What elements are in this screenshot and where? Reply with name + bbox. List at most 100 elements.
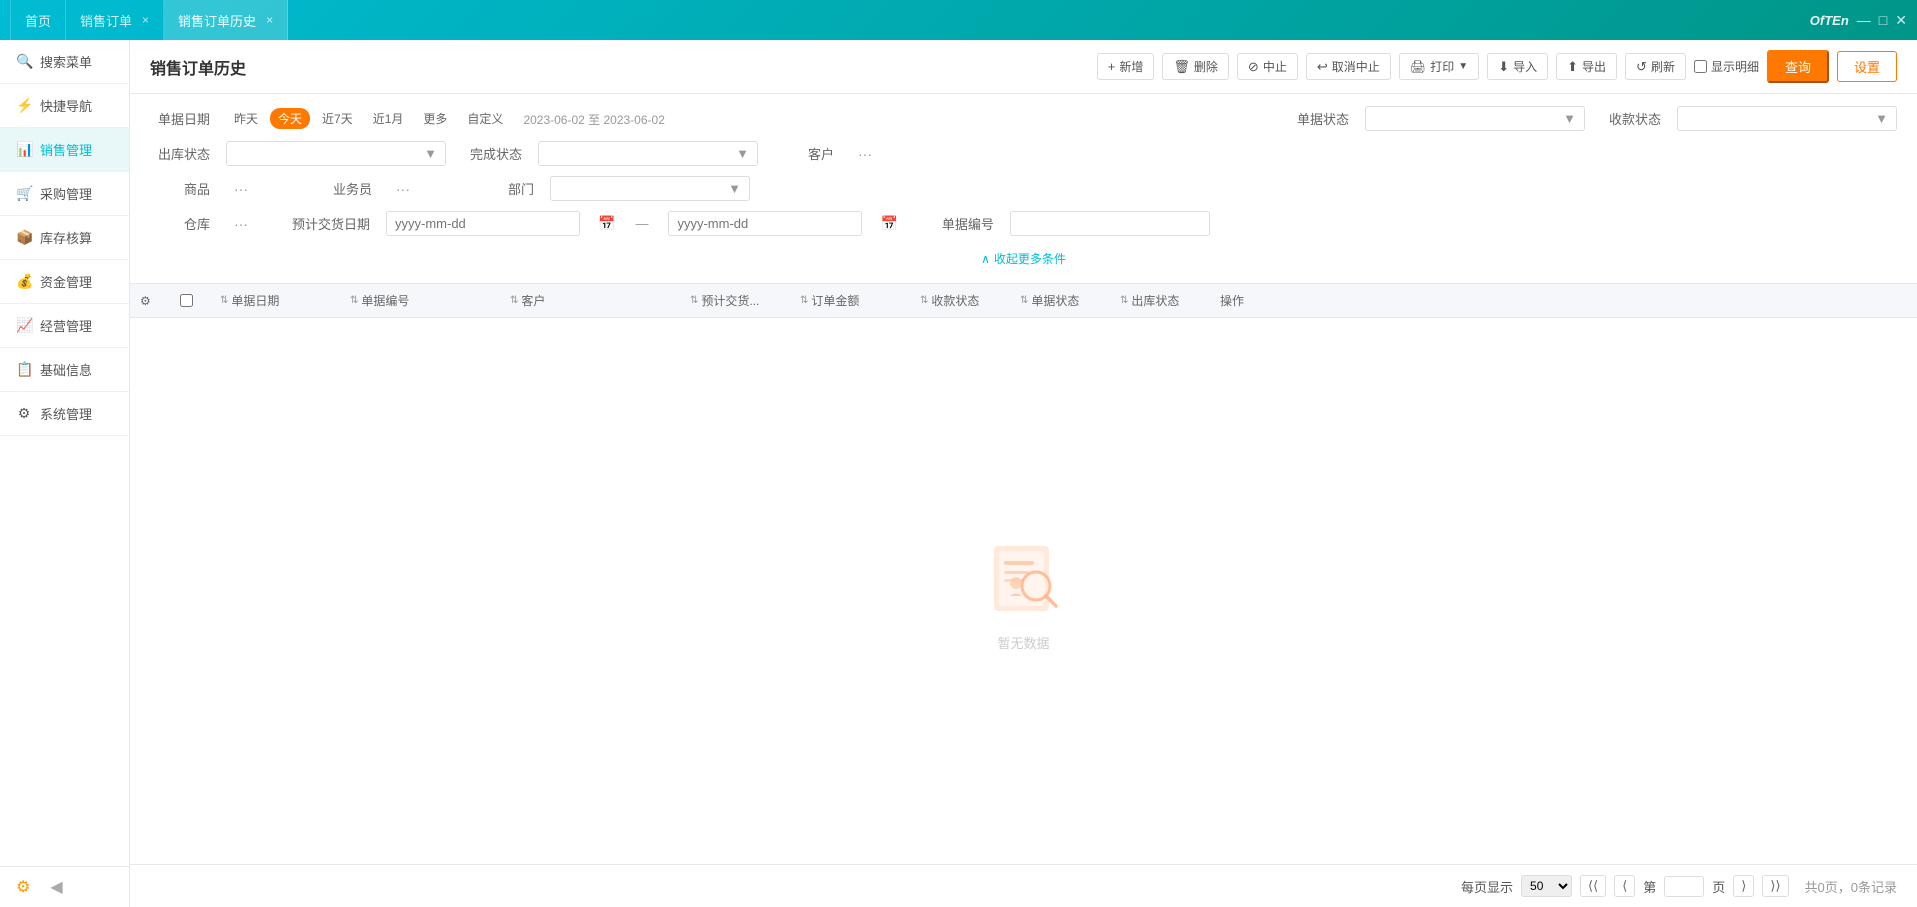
sidebar-item-inventory[interactable]: 📦 库存核算 xyxy=(0,216,129,260)
th-doc-num[interactable]: ⇅ 单据编号 xyxy=(340,292,500,309)
doc-status-label: 单据状态 xyxy=(1289,109,1349,128)
out-status-select[interactable]: ▼ xyxy=(226,141,446,166)
out-status-arrow: ▼ xyxy=(424,146,437,161)
table-area: ⚙ ⇅ 单据日期 ⇅ 单据编号 ⇅ 客户 ⇅ xyxy=(130,284,1917,864)
per-page-select[interactable]: 50 100 200 xyxy=(1521,875,1572,897)
date-tab-custom[interactable]: 自定义 xyxy=(459,108,511,129)
th-customer[interactable]: ⇅ 客户 xyxy=(500,292,680,309)
th-gear[interactable]: ⚙ xyxy=(130,294,170,308)
window-maximize[interactable]: □ xyxy=(1879,12,1887,28)
purchase-icon: 🛒 xyxy=(16,185,32,202)
sidebar-item-sales[interactable]: 📊 销售管理 xyxy=(0,128,129,172)
calendar-end-icon[interactable]: 📅 xyxy=(880,215,897,232)
sidebar-item-quicknav[interactable]: ⚡ 快捷导航 xyxy=(0,84,129,128)
first-page-btn[interactable]: ⟨⟨ xyxy=(1580,875,1606,897)
product-label: 商品 xyxy=(150,179,210,198)
print-label: 打印 xyxy=(1430,58,1454,75)
gear-icon[interactable]: ⚙ xyxy=(140,294,151,308)
select-all-checkbox[interactable] xyxy=(180,294,193,307)
last-page-btn[interactable]: ⟩⟩ xyxy=(1762,875,1788,897)
dept-arrow: ▼ xyxy=(728,181,741,196)
product-picker-btn[interactable]: ··· xyxy=(226,177,256,201)
sidebar-collapse-icon[interactable]: ◀ xyxy=(50,877,62,897)
warehouse-picker-btn[interactable]: ··· xyxy=(226,212,256,236)
receipt-status-label: 收款状态 xyxy=(1601,109,1661,128)
sort-icon: ⇅ xyxy=(220,295,228,306)
sort-icon-4: ⇅ xyxy=(690,295,698,306)
print-button[interactable]: 🖨 打印 ▼ xyxy=(1399,53,1479,80)
date-tab-yesterday[interactable]: 昨天 xyxy=(226,108,266,129)
complete-status-select[interactable]: ▼ xyxy=(538,141,758,166)
tab-sales-order-history-close[interactable]: × xyxy=(266,13,273,27)
stop-button[interactable]: ⊘ 中止 xyxy=(1237,53,1298,80)
add-label: 新增 xyxy=(1119,58,1143,75)
delete-button[interactable]: 🗑 删除 xyxy=(1162,53,1229,80)
page-number-input[interactable]: 1 xyxy=(1664,876,1704,897)
display-detail-option[interactable]: 显示明细 xyxy=(1694,58,1759,75)
page-header: 销售订单历史 + 新增 🗑 删除 ⊘ 中止 ↩ 取消中止 xyxy=(130,40,1917,94)
import-button[interactable]: ⬇ 导入 xyxy=(1487,53,1548,80)
sidebar-item-sales-label: 销售管理 xyxy=(40,140,92,159)
th-amount-label: 订单金额 xyxy=(811,292,859,309)
date-tab-more[interactable]: 更多 xyxy=(415,108,455,129)
quicknav-icon: ⚡ xyxy=(16,97,32,114)
sidebar-item-search[interactable]: 🔍 搜索菜单 xyxy=(0,40,129,84)
tab-home[interactable]: 首页 xyxy=(10,0,66,40)
date-tab-today[interactable]: 今天 xyxy=(270,108,310,129)
th-doc-date[interactable]: ⇅ 单据日期 xyxy=(210,292,340,309)
collapse-conditions-btn[interactable]: ∧ 收起更多条件 xyxy=(150,246,1897,271)
customer-label: 客户 xyxy=(774,144,834,163)
th-doc-status[interactable]: ⇅ 单据状态 xyxy=(1010,292,1110,309)
date-tab-1month[interactable]: 近1月 xyxy=(365,108,412,129)
sidebar-item-basic-info[interactable]: 📋 基础信息 xyxy=(0,348,129,392)
toolbar: + 新增 🗑 删除 ⊘ 中止 ↩ 取消中止 🖨 打印 xyxy=(1097,50,1897,83)
sidebar-item-finance[interactable]: 💰 资金管理 xyxy=(0,260,129,304)
setting-button[interactable]: 设置 xyxy=(1837,51,1897,82)
calendar-start-icon[interactable]: 📅 xyxy=(598,215,615,232)
delivery-date-end-input[interactable] xyxy=(668,211,862,236)
display-detail-checkbox[interactable] xyxy=(1694,60,1707,73)
sort-icon-8: ⇅ xyxy=(1120,295,1128,306)
sidebar-item-operations[interactable]: 📈 经营管理 xyxy=(0,304,129,348)
th-out-status[interactable]: ⇅ 出库状态 xyxy=(1110,292,1210,309)
add-button[interactable]: + 新增 xyxy=(1097,53,1155,80)
window-minimize[interactable]: — xyxy=(1857,12,1871,28)
th-receipt-status[interactable]: ⇅ 收款状态 xyxy=(910,292,1010,309)
inventory-icon: 📦 xyxy=(16,229,32,246)
date-tab-7days[interactable]: 近7天 xyxy=(314,108,361,129)
th-amount[interactable]: ⇅ 订单金额 xyxy=(790,292,910,309)
docnum-input[interactable] xyxy=(1010,211,1210,236)
salesperson-picker-btn[interactable]: ··· xyxy=(388,177,418,201)
dept-select[interactable]: ▼ xyxy=(550,176,750,201)
sidebar-item-purchase[interactable]: 🛒 采购管理 xyxy=(0,172,129,216)
th-delivery[interactable]: ⇅ 预计交货... xyxy=(680,292,790,309)
next-page-btn[interactable]: ⟩ xyxy=(1733,875,1754,897)
sort-icon-7: ⇅ xyxy=(1020,295,1028,306)
sidebar-item-system[interactable]: ⚙ 系统管理 xyxy=(0,392,129,436)
date-dash: — xyxy=(631,216,652,231)
cancel-stop-button[interactable]: ↩ 取消中止 xyxy=(1306,53,1391,80)
customer-picker-btn[interactable]: ··· xyxy=(850,142,880,166)
doc-status-select[interactable]: ▼ xyxy=(1365,106,1585,131)
receipt-status-select[interactable]: ▼ xyxy=(1677,106,1897,131)
query-button[interactable]: 查询 xyxy=(1767,50,1829,83)
export-button[interactable]: ⬆ 导出 xyxy=(1556,53,1617,80)
tab-sales-order-close[interactable]: × xyxy=(142,13,149,27)
sidebar-settings-icon[interactable]: ⚙ xyxy=(16,877,30,897)
refresh-button[interactable]: ↺ 刷新 xyxy=(1625,53,1686,80)
th-checkbox[interactable] xyxy=(170,294,210,307)
stop-icon: ⊘ xyxy=(1248,59,1259,75)
th-out-status-label: 出库状态 xyxy=(1131,292,1179,309)
tab-sales-order-history[interactable]: 销售订单历史 × xyxy=(164,0,288,40)
sidebar-bottom: ⚙ ◀ xyxy=(0,866,129,907)
tab-sales-order[interactable]: 销售订单 × xyxy=(66,0,164,40)
top-bar: 首页 销售订单 × 销售订单历史 × OfTEn — □ ✕ xyxy=(0,0,1917,40)
window-close[interactable]: ✕ xyxy=(1895,12,1907,29)
sidebar-item-basic-info-label: 基础信息 xyxy=(40,360,92,379)
top-right-area: OfTEn — □ ✕ xyxy=(1810,12,1907,29)
delivery-date-start-input[interactable] xyxy=(386,211,580,236)
out-status-label: 出库状态 xyxy=(150,144,210,163)
prev-page-btn[interactable]: ⟨ xyxy=(1614,875,1635,897)
stop-label: 中止 xyxy=(1263,58,1287,75)
print-icon: 🖨 xyxy=(1410,59,1427,75)
